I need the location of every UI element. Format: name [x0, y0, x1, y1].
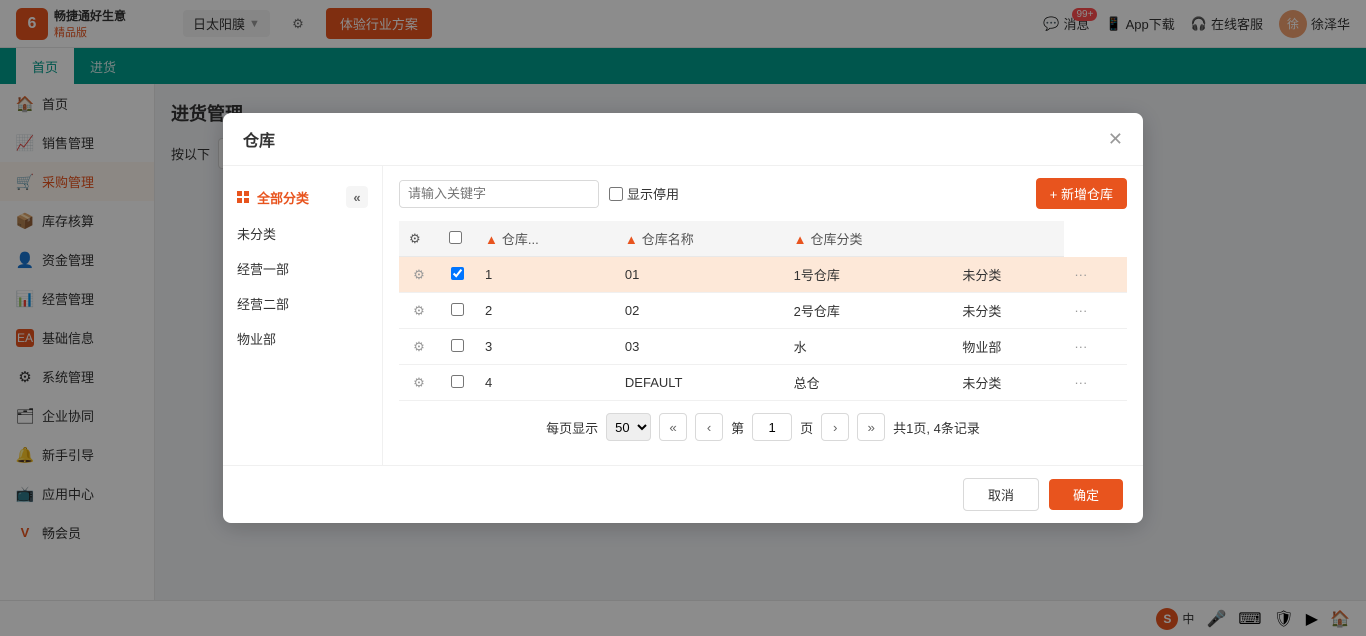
row-name: 水: [784, 329, 953, 365]
last-page-button[interactable]: »: [857, 413, 885, 441]
modal-body: 全部分类 « 未分类 经营一部 经营二部 物业部 🔍: [223, 166, 1143, 465]
search-input[interactable]: [400, 181, 592, 206]
row-actions[interactable]: ···: [1064, 365, 1127, 401]
row-settings[interactable]: ⚙: [399, 293, 439, 329]
row-actions[interactable]: ···: [1064, 293, 1127, 329]
col-code: ▲仓库...: [475, 221, 615, 257]
category-item-dept2[interactable]: 经营二部: [223, 286, 382, 321]
pagination: 每页显示 50 « ‹ 第 页 › » 共1页, 4条记录: [399, 401, 1127, 453]
row-name: 1号仓库: [784, 257, 953, 293]
row-category: 未分类: [952, 365, 1064, 401]
category-panel: 全部分类 « 未分类 经营一部 经营二部 物业部: [223, 166, 383, 465]
col-actions: [952, 221, 1064, 257]
search-box: 🔍: [399, 180, 599, 208]
table-row[interactable]: ⚙ 4 DEFAULT 总仓 未分类 ···: [399, 365, 1127, 401]
category-item-property[interactable]: 物业部: [223, 321, 382, 356]
category-item-uncategorized[interactable]: 未分类: [223, 216, 382, 251]
row-checkbox-cell: [439, 293, 475, 329]
col-settings: ⚙: [399, 221, 439, 257]
show-disabled-label[interactable]: 显示停用: [609, 184, 679, 203]
table-toolbar: 🔍 显示停用 + 新增仓库: [399, 178, 1127, 209]
per-page-select[interactable]: 50: [606, 413, 651, 441]
cancel-button[interactable]: 取消: [963, 478, 1039, 511]
category-item-dept1[interactable]: 经营一部: [223, 251, 382, 286]
warehouse-table: ⚙ ▲仓库... ▲仓库名称 ▲仓库分类 ⚙ 1 01 1号仓库 未分类 ···: [399, 221, 1127, 401]
select-all-checkbox[interactable]: [449, 231, 462, 244]
row-index: 2: [475, 293, 615, 329]
table-body: ⚙ 1 01 1号仓库 未分类 ··· ⚙ 2 02 2号仓库 未分类 ··· …: [399, 257, 1127, 401]
row-code: 03: [615, 329, 784, 365]
row-checkbox-cell: [439, 257, 475, 293]
row-checkbox-cell: [439, 365, 475, 401]
confirm-button[interactable]: 确定: [1049, 479, 1123, 510]
row-index: 1: [475, 257, 615, 293]
row-code: 02: [615, 293, 784, 329]
row-index: 4: [475, 365, 615, 401]
search-button[interactable]: 🔍: [592, 181, 599, 207]
prev-page-button[interactable]: ‹: [695, 413, 723, 441]
modal-footer: 取消 确定: [223, 465, 1143, 523]
row-code: DEFAULT: [615, 365, 784, 401]
add-warehouse-button[interactable]: + 新增仓库: [1036, 178, 1127, 209]
row-checkbox[interactable]: [451, 303, 464, 316]
row-actions[interactable]: ···: [1064, 329, 1127, 365]
row-name: 总仓: [784, 365, 953, 401]
row-settings[interactable]: ⚙: [399, 257, 439, 293]
modal-backdrop: 仓库 ✕ 全部分类 « 未分类 经营一部 经营二部 物业部: [0, 0, 1366, 636]
next-page-button[interactable]: ›: [821, 413, 849, 441]
row-actions[interactable]: ···: [1064, 257, 1127, 293]
row-checkbox[interactable]: [451, 339, 464, 352]
page-input[interactable]: [752, 413, 792, 441]
row-checkbox[interactable]: [451, 267, 464, 280]
row-category: 未分类: [952, 257, 1064, 293]
collapse-button[interactable]: «: [346, 186, 368, 208]
row-checkbox-cell: [439, 329, 475, 365]
modal-close-button[interactable]: ✕: [1108, 129, 1123, 150]
first-page-button[interactable]: «: [659, 413, 687, 441]
row-category: 未分类: [952, 293, 1064, 329]
category-all-header[interactable]: 全部分类 «: [223, 178, 382, 216]
modal-header: 仓库 ✕: [223, 113, 1143, 166]
row-name: 2号仓库: [784, 293, 953, 329]
table-container: ⚙ ▲仓库... ▲仓库名称 ▲仓库分类 ⚙ 1 01 1号仓库 未分类 ···: [399, 221, 1127, 401]
row-checkbox[interactable]: [451, 375, 464, 388]
row-category: 物业部: [952, 329, 1064, 365]
row-index: 3: [475, 329, 615, 365]
col-name: ▲仓库名称: [615, 221, 784, 257]
row-settings[interactable]: ⚙: [399, 329, 439, 365]
modal-title: 仓库: [243, 127, 275, 151]
show-disabled-checkbox[interactable]: [609, 187, 623, 201]
table-panel: 🔍 显示停用 + 新增仓库 ⚙: [383, 166, 1143, 465]
col-category: ▲仓库分类: [784, 221, 953, 257]
table-row[interactable]: ⚙ 3 03 水 物业部 ···: [399, 329, 1127, 365]
warehouse-modal: 仓库 ✕ 全部分类 « 未分类 经营一部 经营二部 物业部: [223, 113, 1143, 523]
table-header: ⚙ ▲仓库... ▲仓库名称 ▲仓库分类: [399, 221, 1127, 257]
row-code: 01: [615, 257, 784, 293]
row-settings[interactable]: ⚙: [399, 365, 439, 401]
col-checkbox: [439, 221, 475, 257]
table-row[interactable]: ⚙ 1 01 1号仓库 未分类 ···: [399, 257, 1127, 293]
grid-icon: [237, 191, 251, 203]
table-row[interactable]: ⚙ 2 02 2号仓库 未分类 ···: [399, 293, 1127, 329]
